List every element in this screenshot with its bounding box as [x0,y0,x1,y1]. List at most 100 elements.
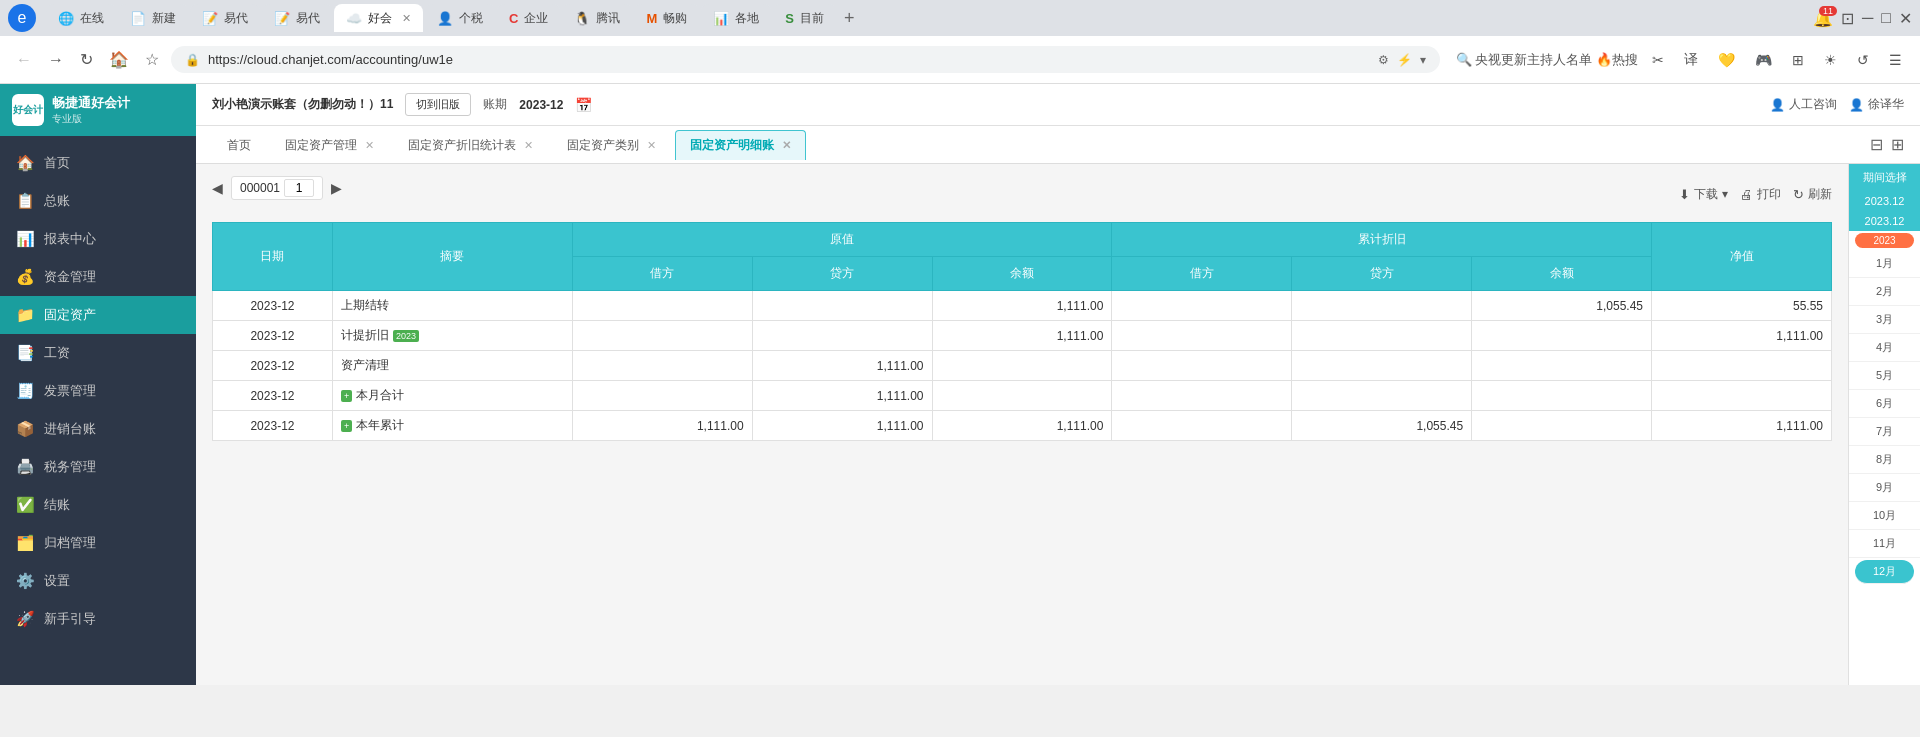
browser-tab-online[interactable]: 🌐 在线 [46,4,116,32]
cell-debit-orig [572,321,752,351]
download-btn[interactable]: ⬇ 下载 ▾ [1679,186,1728,203]
cell-balance-dep [1472,321,1652,351]
th-debit-dep: 借方 [1112,257,1292,291]
period-month-item[interactable]: 12月 [1855,560,1914,584]
period-month-item[interactable]: 9月 [1849,474,1920,502]
scissors-btn[interactable]: ✂ [1646,48,1670,72]
minimize-btn[interactable]: ─ [1862,9,1873,27]
cell-debit-dep [1112,351,1292,381]
period-month-item[interactable]: 1月 [1849,250,1920,278]
period-month-item[interactable]: 10月 [1849,502,1920,530]
bookmark-btn[interactable]: ☆ [141,46,163,73]
sidebar-item-purchase-sales[interactable]: 📦 进销台账 [0,410,196,448]
cell-summary: 资产清理 [332,351,572,381]
tab-close-fixed-assets-mgmt[interactable]: ✕ [365,139,374,152]
account-name: 刘小艳演示账套（勿删勿动！）11 [212,96,393,113]
period-month-item[interactable]: 8月 [1849,446,1920,474]
download-dropdown-icon[interactable]: ▾ [1722,187,1728,201]
print-btn[interactable]: 🖨 打印 [1740,186,1781,203]
cell-net-value: 1,111.00 [1652,411,1832,441]
restore-window-btn[interactable]: ⊡ [1841,9,1854,28]
next-page-btn[interactable]: ▶ [331,180,342,196]
browser-tab-muqian[interactable]: S 目前 [773,4,836,32]
expand-btn[interactable]: ⊞ [1891,135,1904,154]
browser-tab-qiye[interactable]: C 企业 [497,4,560,32]
tab-close-asset-ledger[interactable]: ✕ [782,139,791,152]
sidebar-item-payroll[interactable]: 📑 工资 [0,334,196,372]
sidebar-item-general-ledger[interactable]: 📋 总账 [0,182,196,220]
period-month-item[interactable]: 4月 [1849,334,1920,362]
sidebar-item-home[interactable]: 🏠 首页 [0,144,196,182]
game-btn[interactable]: 🎮 [1749,48,1778,72]
period-month-item[interactable]: 7月 [1849,418,1920,446]
period-month-item[interactable]: 5月 [1849,362,1920,390]
browser-tab-haohui[interactable]: ☁️ 好会 ✕ [334,4,423,32]
tab-close-haohui[interactable]: ✕ [402,12,411,25]
th-summary: 摘要 [332,223,572,291]
reload-btn[interactable]: ↻ [76,46,97,73]
brightness-btn[interactable]: ☀ [1818,48,1843,72]
tab-notifications-btn[interactable]: 🔔 11 [1813,9,1833,28]
refresh-btn[interactable]: ↻ 刷新 [1793,186,1832,203]
tab-label-fixed-assets-mgmt: 固定资产管理 [285,137,357,154]
period-month-item[interactable]: 3月 [1849,306,1920,334]
sidebar-item-guide[interactable]: 🚀 新手引导 [0,600,196,638]
sidebar-item-closing[interactable]: ✅ 结账 [0,486,196,524]
sidebar-item-settings[interactable]: ⚙️ 设置 [0,562,196,600]
maximize-btn[interactable]: □ [1881,9,1891,27]
wallet-btn[interactable]: 💛 [1712,48,1741,72]
calendar-icon[interactable]: 📅 [575,97,592,113]
url-input[interactable] [208,52,1370,67]
forward-btn[interactable]: → [44,47,68,73]
dropdown-icon[interactable]: ▾ [1420,53,1426,67]
period-panel-header: 期间选择 [1849,164,1920,191]
page-tab-depreciation-stats[interactable]: 固定资产折旧统计表 ✕ [393,130,548,160]
sidebar-item-invoices[interactable]: 🧾 发票管理 [0,372,196,410]
restore-down-btn[interactable]: ⊟ [1870,135,1883,154]
period-month-item[interactable]: 2月 [1849,278,1920,306]
browser-tab-new[interactable]: 📄 新建 [118,4,188,32]
period-month-item[interactable]: 6月 [1849,390,1920,418]
address-bar[interactable]: 🔒 ⚙ ⚡ ▾ [171,46,1440,73]
page-tab-asset-category[interactable]: 固定资产类别 ✕ [552,130,671,160]
period-selected-1[interactable]: 2023.12 [1849,191,1920,211]
tab-label-depreciation-stats: 固定资产折旧统计表 [408,137,516,154]
switch-version-btn[interactable]: 切到旧版 [405,93,471,116]
period-month-item[interactable]: 11月 [1849,530,1920,558]
sidebar-item-archive[interactable]: 🗂️ 归档管理 [0,524,196,562]
sidebar-item-funds[interactable]: 💰 资金管理 [0,258,196,296]
new-tab-button[interactable]: + [838,8,861,29]
browser-tab-chang[interactable]: M 畅购 [634,4,699,32]
page-input[interactable] [284,179,314,197]
close-btn[interactable]: ✕ [1899,9,1912,28]
prev-page-btn[interactable]: ◀ [212,180,223,196]
user-profile-btn[interactable]: 👤 徐译华 [1849,96,1904,113]
sidebar-item-reports[interactable]: 📊 报表中心 [0,220,196,258]
archive-icon: 🗂️ [16,534,34,552]
period-year-badge[interactable]: 2023 [1855,233,1914,248]
grid-btn[interactable]: ⊞ [1786,48,1810,72]
page-tab-fixed-assets-mgmt[interactable]: 固定资产管理 ✕ [270,130,389,160]
page-tab-home[interactable]: 首页 [212,130,266,160]
sidebar-item-fixed-assets[interactable]: 📁 固定资产 [0,296,196,334]
customer-service-btn[interactable]: 👤 人工咨询 [1770,96,1837,113]
period-selected-2[interactable]: 2023.12 [1849,211,1920,231]
translate-btn[interactable]: 译 [1678,47,1704,73]
cell-balance-orig: 1,111.00 [932,411,1112,441]
tab-close-depreciation-stats[interactable]: ✕ [524,139,533,152]
back-btn[interactable]: ← [12,47,36,73]
browser-tab-tengxun[interactable]: 🐧 腾讯 [562,4,632,32]
browser-tab-yidai1[interactable]: 📝 易代 [190,4,260,32]
menu-btn[interactable]: ☰ [1883,48,1908,72]
page-tab-asset-ledger[interactable]: 固定资产明细账 ✕ [675,130,806,160]
tab-label-yidai1: 易代 [224,10,248,27]
history-btn[interactable]: ↺ [1851,48,1875,72]
home-btn[interactable]: 🏠 [105,46,133,73]
sidebar-item-tax[interactable]: 🖨️ 税务管理 [0,448,196,486]
browser-tab-geshui[interactable]: 👤 个税 [425,4,495,32]
browser-tab-gedi[interactable]: 📊 各地 [701,4,771,32]
browser-tab-yidai2[interactable]: 📝 易代 [262,4,332,32]
summary-text: 本月合计 [356,387,404,404]
cell-credit-orig [752,291,932,321]
tab-close-asset-category[interactable]: ✕ [647,139,656,152]
